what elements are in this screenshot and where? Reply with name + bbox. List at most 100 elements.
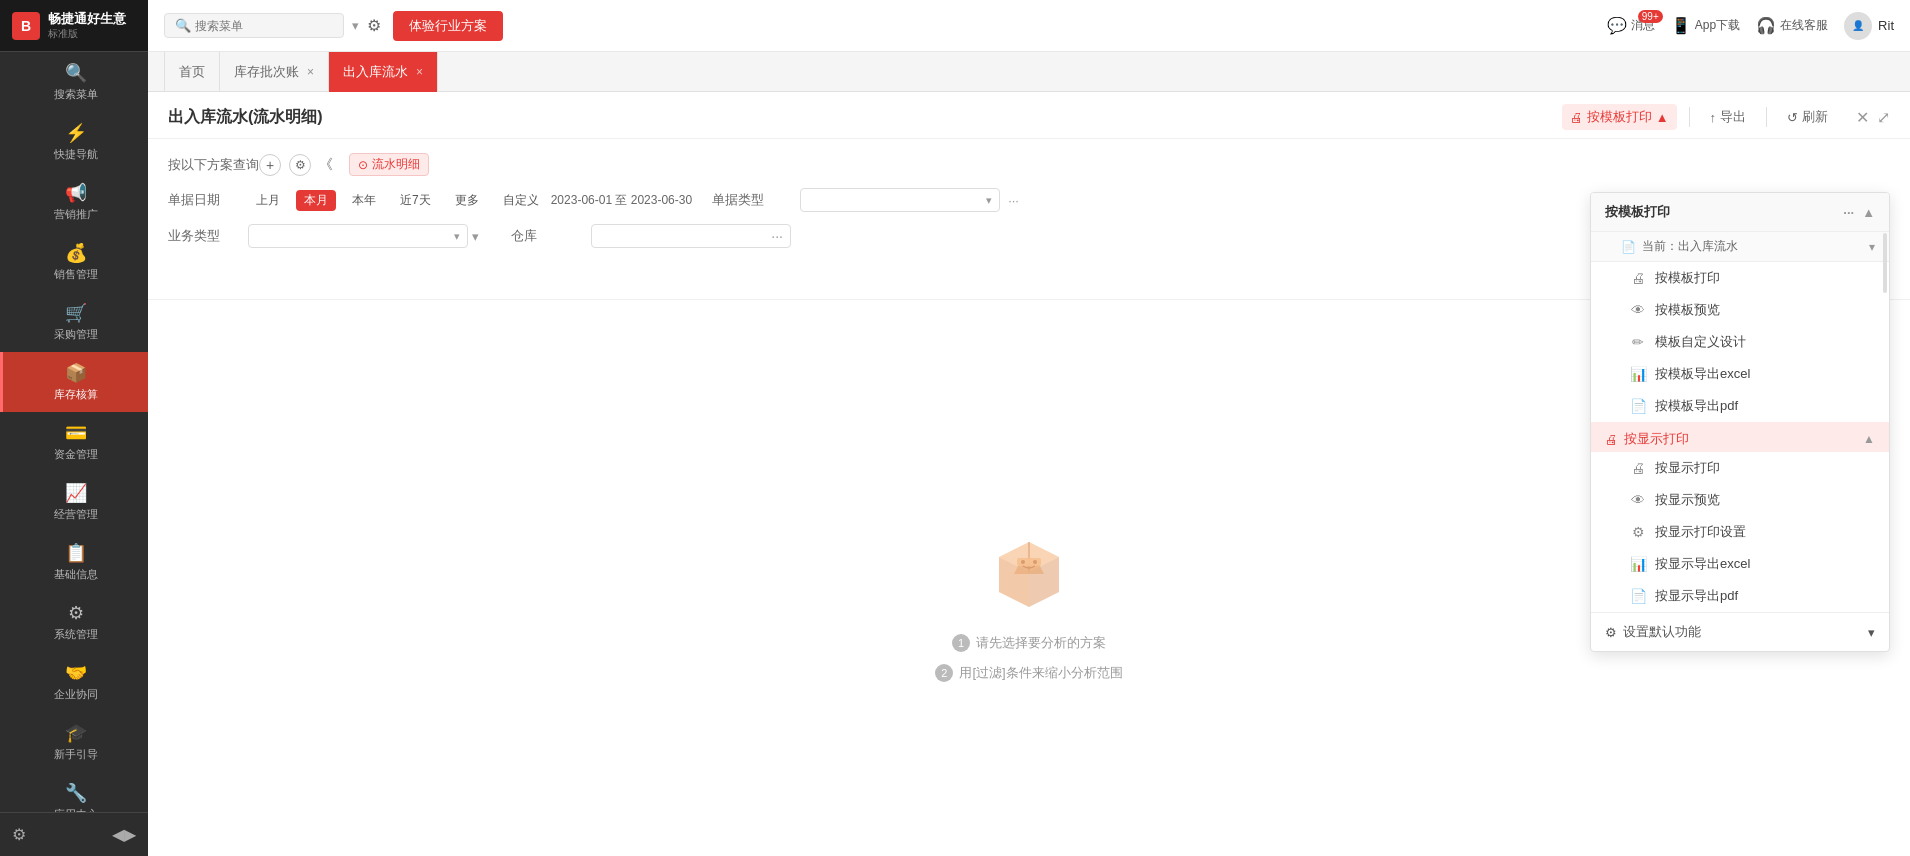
warehouse-input-more-icon[interactable]: ··· <box>771 228 783 244</box>
sidebar-item-应用中心[interactable]: 🔧 应用中心 <box>0 772 148 812</box>
date-btn-更多[interactable]: 更多 <box>447 190 487 211</box>
filter-collapse-left-icon[interactable]: 《 <box>319 156 333 174</box>
sidebar-nav: 🔍 搜索菜单⚡ 快捷导航📢 营销推广💰 销售管理🛒 采购管理📦 库存核算💳 资金… <box>0 52 148 812</box>
header-right-btns: ✕ ⤢ <box>1844 108 1890 127</box>
svg-rect-6 <box>1017 558 1041 566</box>
settings-icon[interactable]: ⚙ <box>12 825 26 844</box>
display-section-chevron-icon[interactable]: ▲ <box>1863 432 1875 446</box>
template-item-3[interactable]: 📊 按模板导出excel <box>1591 358 1889 390</box>
message-badge[interactable]: 💬 消息 99+ <box>1607 16 1655 35</box>
filter-add-btn[interactable]: + <box>259 154 281 176</box>
sidebar-item-营销推广[interactable]: 📢 营销推广 <box>0 172 148 232</box>
nav-label-9: 系统管理 <box>54 627 98 642</box>
sidebar-item-库存核算[interactable]: 📦 库存核算 <box>0 352 148 412</box>
warehouse-input[interactable] <box>591 224 791 248</box>
template-item-icon-1: 👁 <box>1629 302 1647 318</box>
voucher-type-filter: 单据类型 ··· <box>712 188 1019 212</box>
collapse-icon[interactable]: ◀▶ <box>112 825 136 844</box>
template-item-4[interactable]: 📄 按模板导出pdf <box>1591 390 1889 422</box>
voucher-type-more-icon[interactable]: ··· <box>1008 193 1019 208</box>
topbar-chevron-icon[interactable]: ▾ <box>352 18 359 33</box>
refresh-label: 刷新 <box>1802 108 1828 126</box>
template-item-1[interactable]: 👁 按模板预览 <box>1591 294 1889 326</box>
display-item-label-3: 按显示导出excel <box>1655 555 1750 573</box>
voucher-type-select[interactable] <box>800 188 1000 212</box>
print-icon: 🖨 <box>1570 110 1583 125</box>
nav-label-0: 搜索菜单 <box>54 87 98 102</box>
date-btn-本年[interactable]: 本年 <box>344 190 384 211</box>
dropdown-footer[interactable]: ⚙ 设置默认功能 ▾ <box>1591 612 1889 651</box>
sidebar-item-基础信息[interactable]: 📋 基础信息 <box>0 532 148 592</box>
display-section-header[interactable]: 🖨 按显示打印 ▲ <box>1591 422 1889 452</box>
display-item-2[interactable]: ⚙ 按显示打印设置 <box>1591 516 1889 548</box>
sidebar-item-采购管理[interactable]: 🛒 采购管理 <box>0 292 148 352</box>
dropdown-header: 按模板打印 ··· ▲ <box>1591 193 1889 232</box>
app-download-btn[interactable]: 📱 App下载 <box>1671 16 1740 35</box>
nav-label-6: 资金管理 <box>54 447 98 462</box>
expand-icon[interactable]: ⤢ <box>1877 108 1890 127</box>
tab-库存批次账[interactable]: 库存批次账× <box>220 52 329 92</box>
customer-service-btn[interactable]: 🎧 在线客服 <box>1756 16 1828 35</box>
user-profile[interactable]: 👤 Rit <box>1844 12 1894 40</box>
close-tab-icon[interactable]: ✕ <box>1856 108 1869 127</box>
sidebar-item-经营管理[interactable]: 📈 经营管理 <box>0 472 148 532</box>
tab-close-2[interactable]: × <box>416 65 423 79</box>
brand-name: 畅捷通好生意 <box>48 11 126 28</box>
sidebar-item-系统管理[interactable]: ⚙ 系统管理 <box>0 592 148 652</box>
tab-首页[interactable]: 首页 <box>164 52 220 92</box>
tab-出入库流水[interactable]: 出入库流水× <box>329 52 438 92</box>
app-download-label: App下载 <box>1695 17 1740 34</box>
filter-actions: + ⚙ 《 <box>259 154 333 176</box>
sidebar-item-资金管理[interactable]: 💳 资金管理 <box>0 412 148 472</box>
current-template-chevron-icon[interactable]: ▾ <box>1869 240 1875 254</box>
hint-text-2: 用[过滤]条件来缩小分析范围 <box>959 664 1122 682</box>
nav-label-2: 营销推广 <box>54 207 98 222</box>
display-items-list: 🖨 按显示打印👁 按显示预览⚙ 按显示打印设置📊 按显示导出excel📄 按显示… <box>1591 452 1889 612</box>
app-logo-text: 畅捷通好生意 标准版 <box>48 11 126 41</box>
template-item-0[interactable]: 🖨 按模板打印 <box>1591 262 1889 294</box>
date-btn-自定义[interactable]: 自定义 <box>495 190 547 211</box>
sidebar-item-快捷导航[interactable]: ⚡ 快捷导航 <box>0 112 148 172</box>
dropdown-chevron-up-icon[interactable]: ▲ <box>1862 205 1875 220</box>
current-template-label: 当前：出入库流水 <box>1642 238 1738 255</box>
sidebar-item-搜索菜单[interactable]: 🔍 搜索菜单 <box>0 52 148 112</box>
sidebar-item-新手引导[interactable]: 🎓 新手引导 <box>0 712 148 772</box>
display-item-label-0: 按显示打印 <box>1655 459 1720 477</box>
date-btn-本月[interactable]: 本月 <box>296 190 336 211</box>
search-input[interactable] <box>195 19 335 33</box>
footer-chevron-icon[interactable]: ▾ <box>1868 625 1875 640</box>
display-item-icon-1: 👁 <box>1629 492 1647 508</box>
topbar-gear-icon[interactable]: ⚙ <box>367 16 381 35</box>
template-item-2[interactable]: ✏ 模板自定义设计 <box>1591 326 1889 358</box>
toolbar-divider-1 <box>1689 107 1690 127</box>
export-icon: ↑ <box>1710 110 1717 125</box>
refresh-btn[interactable]: ↺ 刷新 <box>1779 104 1836 130</box>
filter-settings-btn[interactable]: ⚙ <box>289 154 311 176</box>
sidebar-item-企业协同[interactable]: 🤝 企业协同 <box>0 652 148 712</box>
date-btn-上月[interactable]: 上月 <box>248 190 288 211</box>
dropdown-ellipsis-icon[interactable]: ··· <box>1843 205 1854 220</box>
export-btn[interactable]: ↑ 导出 <box>1702 104 1755 130</box>
dropdown-title: 按模板打印 <box>1605 203 1670 221</box>
topbar-right: 💬 消息 99+ 📱 App下载 🎧 在线客服 👤 Rit <box>1607 12 1894 40</box>
nav-icon-3: 💰 <box>65 242 87 264</box>
nav-label-11: 新手引导 <box>54 747 98 762</box>
sidebar-item-销售管理[interactable]: 💰 销售管理 <box>0 232 148 292</box>
business-type-chevron-icon[interactable]: ▾ <box>472 229 479 244</box>
dropdown-scrollbar[interactable] <box>1883 233 1887 293</box>
warehouse-label: 仓库 <box>511 227 591 245</box>
print-template-btn[interactable]: 🖨 按模板打印 ▲ <box>1562 104 1677 130</box>
business-type-select[interactable] <box>248 224 468 248</box>
display-item-0[interactable]: 🖨 按显示打印 <box>1591 452 1889 484</box>
display-item-3[interactable]: 📊 按显示导出excel <box>1591 548 1889 580</box>
content-area: 出入库流水(流水明细) 🖨 按模板打印 ▲ ↑ 导出 <box>148 92 1910 856</box>
filter-flow-detail-tag[interactable]: ⊙ 流水明细 <box>349 153 429 176</box>
trial-button[interactable]: 体验行业方案 <box>393 11 503 41</box>
user-avatar: 👤 <box>1844 12 1872 40</box>
display-item-1[interactable]: 👁 按显示预览 <box>1591 484 1889 516</box>
search-box[interactable]: 🔍 <box>164 13 344 38</box>
tab-close-1[interactable]: × <box>307 65 314 79</box>
date-btn-近7天[interactable]: 近7天 <box>392 190 439 211</box>
filter-row-1: 按以下方案查询 + ⚙ 《 ⊙ 流水明细 <box>168 153 1890 176</box>
display-item-4[interactable]: 📄 按显示导出pdf <box>1591 580 1889 612</box>
